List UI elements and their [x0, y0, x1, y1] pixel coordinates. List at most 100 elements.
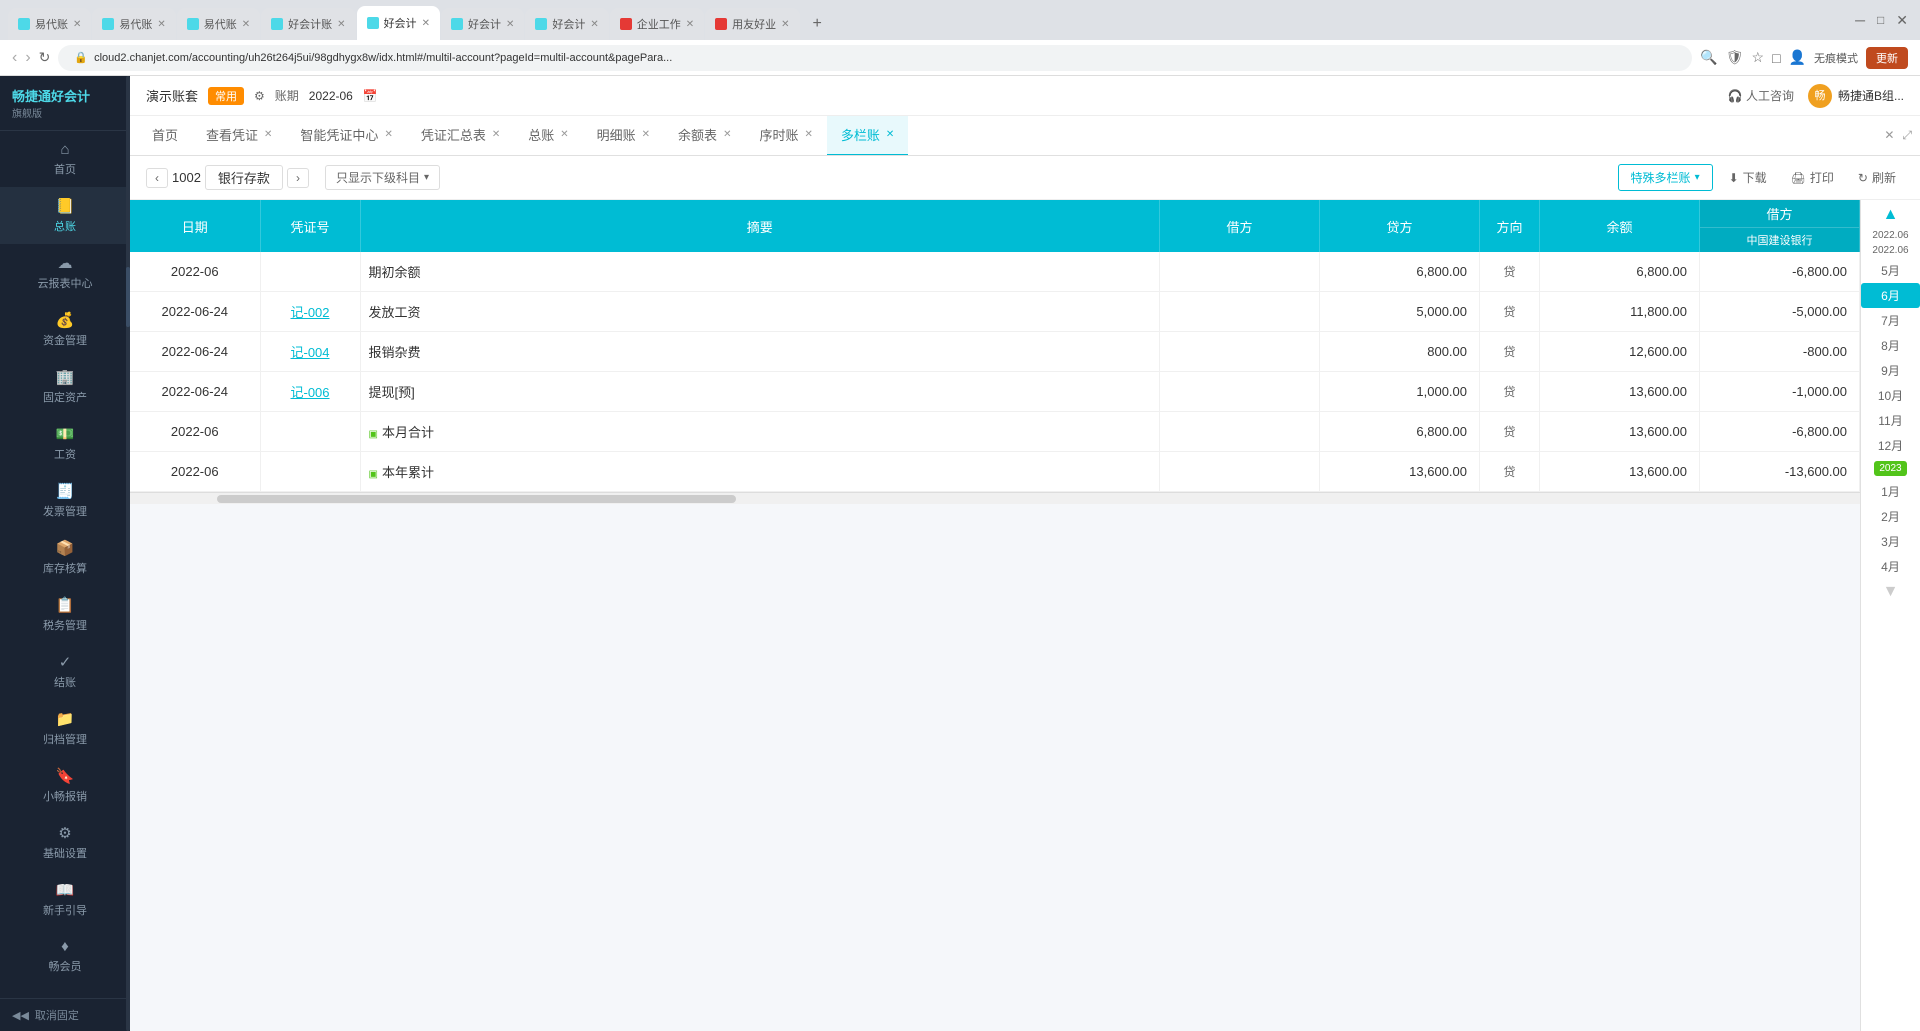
sidebar-item-salary[interactable]: 💵 工资 [0, 415, 130, 472]
tab-close-icon[interactable]: ✕ [642, 129, 650, 140]
sidebar-item-invoice[interactable]: 🧾 发票管理 [0, 472, 130, 529]
tab-close-icon[interactable]: ✕ [157, 19, 165, 30]
timeline-month-6-active[interactable]: 6月 [1861, 283, 1920, 308]
tab-multi-column[interactable]: 多栏账 ✕ [827, 116, 908, 156]
tab-close-icon[interactable]: ✕ [73, 19, 81, 30]
settings-gear-icon[interactable]: ⚙ [254, 89, 265, 103]
search-icon[interactable]: 🔍 [1700, 49, 1717, 66]
help-label[interactable]: 🎧 人工咨询 [1728, 87, 1794, 104]
sidebar-item-close-period[interactable]: ✓ 结账 [0, 643, 130, 700]
tab-general-ledger[interactable]: 总账 ✕ [514, 116, 582, 156]
sub-account-filter[interactable]: 只显示下级科目 ▾ [325, 165, 440, 190]
refresh-button[interactable]: ↻ 刷新 [1850, 165, 1904, 190]
timeline-month-8[interactable]: 8月 [1861, 333, 1920, 358]
browser-tab[interactable]: 好会计 ✕ [525, 8, 608, 40]
tab-journal[interactable]: 序时账 ✕ [745, 116, 826, 156]
sidebar-item-funds[interactable]: 💰 资金管理 [0, 301, 130, 358]
minimize-icon[interactable]: ─ [1855, 12, 1865, 28]
refresh-button[interactable]: ↻ [39, 49, 51, 66]
sidebar-item-inventory[interactable]: 📦 库存核算 [0, 529, 130, 586]
back-button[interactable]: ‹ [12, 49, 17, 67]
print-button[interactable]: 🖨 打印 [1783, 165, 1842, 190]
sidebar-item-expense[interactable]: 🔖 小畅报销 [0, 757, 130, 814]
sidebar-item-ledger[interactable]: 📒 总账 [0, 187, 130, 244]
maximize-icon[interactable]: □ [1877, 13, 1884, 27]
cell-voucher[interactable]: 记-004 [260, 332, 360, 372]
browser-tab-active[interactable]: 好会计 ✕ [357, 6, 440, 40]
tab-detail-ledger[interactable]: 明细账 ✕ [583, 116, 664, 156]
sidebar-item-member[interactable]: ♦ 畅会员 [0, 928, 130, 984]
demo-badge[interactable]: 常用 [208, 87, 244, 105]
scroll-down-button[interactable]: ▼ [1883, 583, 1899, 601]
tab-close-icon[interactable]: ✕ [384, 129, 392, 140]
timeline-month-9[interactable]: 9月 [1861, 358, 1920, 383]
timeline-month-11[interactable]: 11月 [1861, 408, 1920, 433]
calendar-icon[interactable]: 📅 [363, 89, 378, 103]
sidebar-item-reports[interactable]: ☁ 云报表中心 [0, 244, 130, 301]
sidebar-item-settings[interactable]: ⚙ 基础设置 [0, 814, 130, 871]
browser-tab[interactable]: 好会计 ✕ [441, 8, 524, 40]
timeline-month-3-2023[interactable]: 3月 [1861, 529, 1920, 554]
timeline-month-10[interactable]: 10月 [1861, 383, 1920, 408]
browser-tab[interactable]: 易代账 ✕ [92, 8, 175, 40]
shield-icon[interactable]: 🛡 [1726, 49, 1744, 66]
sidebar-item-guide[interactable]: 📖 新手引导 [0, 871, 130, 928]
timeline-month-12[interactable]: 12月 [1861, 433, 1920, 458]
tab-close-icon[interactable]: ✕ [723, 129, 731, 140]
next-account-button[interactable]: › [287, 168, 309, 188]
prev-account-button[interactable]: ‹ [146, 168, 168, 188]
close-icon[interactable]: ✕ [1896, 12, 1908, 29]
unpin-button[interactable]: ◀◀ 取消固定 [0, 999, 130, 1031]
tab-close-icon[interactable]: ✕ [242, 19, 250, 30]
sidebar-item-archive[interactable]: 📁 归档管理 [0, 700, 130, 757]
cell-voucher[interactable]: 记-002 [260, 292, 360, 332]
scroll-up-button[interactable]: ▲ [1883, 206, 1899, 224]
tab-close-icon[interactable]: ✕ [264, 129, 272, 140]
update-button[interactable]: 更新 [1866, 47, 1908, 69]
tab-close-icon[interactable]: ✕ [492, 129, 500, 140]
bookmark-icon[interactable]: ☆ [1752, 49, 1765, 66]
timeline-month-2-2023[interactable]: 2月 [1861, 504, 1920, 529]
user-avatar[interactable]: 畅 畅捷通B组... [1808, 84, 1904, 108]
timeline-month-4-2023[interactable]: 4月 [1861, 554, 1920, 579]
tab-balance[interactable]: 余额表 ✕ [664, 116, 745, 156]
browser-tab[interactable]: 易代账 ✕ [8, 8, 91, 40]
tab-close-icon[interactable]: ✕ [560, 129, 568, 140]
forward-button[interactable]: › [25, 49, 30, 67]
cell-direction: 贷 [1480, 372, 1540, 412]
timeline-month-7[interactable]: 7月 [1861, 308, 1920, 333]
account-navigation: ‹ 1002 银行存款 › [146, 165, 309, 190]
sidebar-item-tax[interactable]: 📋 税务管理 [0, 586, 130, 643]
tab-close-icon[interactable]: ✕ [804, 129, 812, 140]
cell-voucher[interactable]: 记-006 [260, 372, 360, 412]
tab-close-icon[interactable]: ✕ [422, 18, 430, 29]
tab-smart-voucher[interactable]: 智能凭证中心 ✕ [286, 116, 406, 156]
timeline-month-1-2023[interactable]: 1月 [1861, 479, 1920, 504]
browser-tab[interactable]: 用友好业 ✕ [705, 8, 799, 40]
tab-view-voucher[interactable]: 查看凭证 ✕ [192, 116, 286, 156]
browser-tab[interactable]: 企业工作 ✕ [610, 8, 704, 40]
tab-close-icon[interactable]: ✕ [337, 19, 345, 30]
special-column-button[interactable]: 特殊多栏账 ▾ [1618, 164, 1713, 191]
timeline-month-5[interactable]: 5月 [1861, 258, 1920, 283]
tab-close-icon[interactable]: ✕ [781, 19, 789, 30]
sidebar-item-home[interactable]: ⌂ 首页 [0, 131, 130, 187]
new-tab-button[interactable]: + [801, 8, 834, 40]
tab-close-icon[interactable]: ✕ [686, 19, 694, 30]
tab-home[interactable]: 首页 [138, 116, 192, 156]
tab-close-icon[interactable]: ✕ [590, 19, 598, 30]
extensions-icon[interactable]: □ [1772, 50, 1780, 66]
browser-tab[interactable]: 易代账 ✕ [177, 8, 260, 40]
close-panel-icon[interactable]: ✕ [1884, 128, 1894, 143]
browser-tab[interactable]: 好会计账 ✕ [261, 8, 355, 40]
expand-icon[interactable]: ⤢ [1902, 128, 1912, 143]
timeline-period: 2022.06 [1872, 245, 1908, 256]
user-profile-icon[interactable]: 👤 [1789, 49, 1806, 66]
tab-voucher-summary[interactable]: 凭证汇总表 ✕ [407, 116, 514, 156]
tab-close-icon[interactable]: ✕ [886, 129, 894, 140]
sidebar-item-assets[interactable]: 🏢 固定资产 [0, 358, 130, 415]
cell-balance: 13,600.00 [1540, 452, 1700, 492]
url-bar[interactable]: 🔒 cloud2.chanjet.com/accounting/uh26t264… [58, 45, 1692, 71]
tab-close-icon[interactable]: ✕ [506, 19, 514, 30]
download-button[interactable]: ⬇ 下载 [1721, 165, 1775, 190]
